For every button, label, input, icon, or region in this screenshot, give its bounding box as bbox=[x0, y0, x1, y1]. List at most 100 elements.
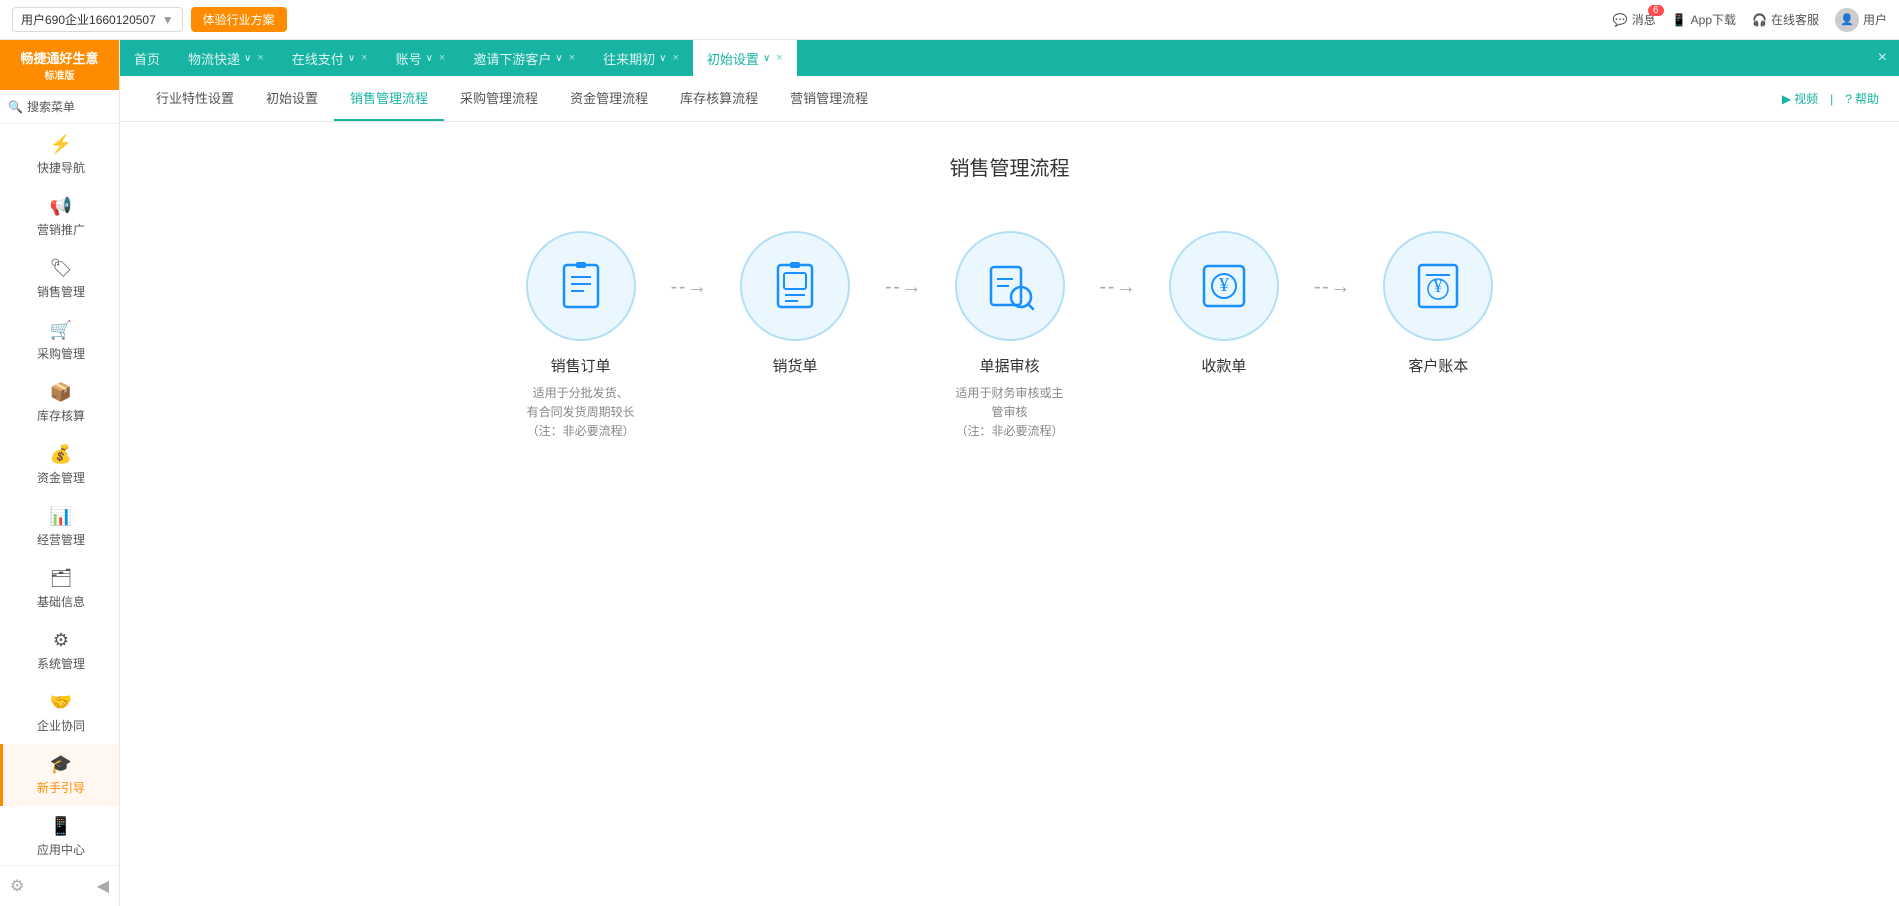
sub-tab-finance-flow[interactable]: 资金管理流程 bbox=[554, 76, 664, 121]
sidebar-item-sales-mgmt[interactable]: 🏷销售管理 bbox=[0, 248, 119, 310]
sidebar-icon-app-center: 📱 bbox=[50, 816, 72, 837]
user-dropdown-arrow: ▼ bbox=[162, 13, 174, 27]
user-label: 用户690企业1660120507 bbox=[21, 11, 156, 28]
flow-step-receipt[interactable]: ¥ 收款单 bbox=[1134, 231, 1314, 384]
collapse-icon[interactable]: ◀ bbox=[97, 876, 109, 896]
nav-tab-close-logistics[interactable]: × bbox=[257, 52, 263, 64]
video-link[interactable]: ▶ 视频 bbox=[1782, 90, 1818, 107]
sub-tab-label-initial-settings: 初始设置 bbox=[266, 91, 318, 106]
sidebar-footer: ⚙ ◀ bbox=[0, 865, 119, 906]
page-content: 行业特性设置初始设置销售管理流程采购管理流程资金管理流程库存核算流程营销管理流程… bbox=[120, 76, 1899, 906]
flow-title: 销售管理流程 bbox=[160, 152, 1859, 181]
user-profile-item[interactable]: 👤 用户 bbox=[1835, 8, 1887, 32]
sidebar-item-finance-mgmt[interactable]: 💰 资金管理 bbox=[0, 434, 119, 496]
step-name-sales-invoice: 销货单 bbox=[773, 355, 818, 376]
step-desc-doc-audit: 适用于财务审核或主管审核（注：非必要流程） bbox=[955, 384, 1063, 442]
user-select[interactable]: 用户690企业1660120507 ▼ bbox=[12, 7, 183, 32]
sidebar-icon-biz-mgmt: 📊 bbox=[50, 506, 72, 527]
sub-tab-label-marketing-flow: 营销管理流程 bbox=[790, 91, 868, 106]
sidebar-item-new-guide[interactable]: 🎓新手引导 bbox=[0, 744, 119, 806]
sidebar-item-inventory[interactable]: 📦库存核算 bbox=[0, 372, 119, 434]
help-link[interactable]: ? 帮助 bbox=[1845, 90, 1879, 107]
message-item[interactable]: 💬 消息 6 bbox=[1613, 11, 1656, 28]
sidebar-label-finance-mgmt: 资金管理 bbox=[37, 469, 85, 486]
app-label: App下载 bbox=[1691, 11, 1736, 28]
sidebar-label-biz-mgmt: 经营管理 bbox=[37, 531, 85, 548]
flow-steps: 销售订单 适用于分批发货、有合同发货周期较长（注：非必要流程） - - → 销货… bbox=[160, 231, 1859, 442]
flow-arrow-1: - - → bbox=[671, 276, 705, 299]
nav-tab-init-settings[interactable]: 初始设置 ∨× bbox=[693, 40, 797, 76]
nav-tab-arrow-payment: ∨ bbox=[348, 53, 355, 64]
step-name-receipt: 收款单 bbox=[1201, 355, 1246, 376]
top-bar-left: 用户690企业1660120507 ▼ 体验行业方案 bbox=[12, 7, 287, 32]
sidebar-item-biz-mgmt[interactable]: 📊 经营管理 bbox=[0, 496, 119, 558]
sidebar: 畅捷通好生意 标准版 🔍 搜索菜单 ⚡快捷导航📢营销推广🏷销售管理🛒采购管理📦库… bbox=[0, 40, 120, 906]
sidebar-label-corp-collab: 企业协同 bbox=[37, 717, 85, 734]
sub-tab-label-finance-flow: 资金管理流程 bbox=[570, 91, 648, 106]
divider: | bbox=[1830, 92, 1833, 106]
search-menu[interactable]: 🔍 搜索菜单 bbox=[0, 90, 119, 124]
online-service-item[interactable]: 🎧 在线客服 bbox=[1752, 11, 1819, 28]
nav-tab-invite-downstream[interactable]: 邀请下游客户 ∨× bbox=[459, 40, 589, 76]
nav-tab-logistics[interactable]: 物流快递 ∨ × bbox=[174, 40, 278, 76]
nav-tabs: 首页物流快递 ∨×在线支付 ∨×账号 ∨×邀请下游客户 ∨×往来期初 ∨×初始设… bbox=[120, 40, 1899, 76]
flow-step-customer-ledger[interactable]: ¥ 客户账本 bbox=[1348, 231, 1528, 384]
search-icon: 🔍 bbox=[8, 100, 23, 114]
message-icon: 💬 bbox=[1613, 13, 1628, 27]
sub-tab-purchase-flow[interactable]: 采购管理流程 bbox=[444, 76, 554, 121]
sidebar-icon-sales-mgmt: 🏷 bbox=[50, 258, 73, 279]
nav-tab-label-logistics: 物流快递 bbox=[188, 49, 240, 68]
sub-tab-marketing-flow[interactable]: 营销管理流程 bbox=[774, 76, 884, 121]
sub-tab-industry-settings[interactable]: 行业特性设置 bbox=[140, 76, 250, 121]
step-name-doc-audit: 单据审核 bbox=[979, 355, 1039, 376]
nav-tab-payment[interactable]: 在线支付 ∨× bbox=[278, 40, 382, 76]
nav-tab-period-begin[interactable]: 往来期初 ∨× bbox=[589, 40, 693, 76]
sidebar-item-basic-info[interactable]: 🗂基础信息 bbox=[0, 558, 119, 620]
step-name-customer-ledger: 客户账本 bbox=[1408, 355, 1468, 376]
close-all-tabs[interactable]: × bbox=[1866, 49, 1899, 67]
sub-tab-inventory-flow[interactable]: 库存核算流程 bbox=[664, 76, 774, 121]
sidebar-item-app-center[interactable]: 📱 应用中心 bbox=[0, 806, 119, 865]
flow-step-sales-invoice[interactable]: 销货单 bbox=[705, 231, 885, 384]
sidebar-label-app-center: 应用中心 bbox=[37, 841, 85, 858]
step-circle-customer-ledger: ¥ bbox=[1383, 231, 1493, 341]
sub-tab-initial-settings[interactable]: 初始设置 bbox=[250, 76, 334, 121]
top-bar-right: 💬 消息 6 📱 App下载 🎧 在线客服 👤 用户 bbox=[1613, 8, 1887, 32]
settings-icon[interactable]: ⚙ bbox=[10, 876, 24, 896]
help-label: 帮助 bbox=[1855, 90, 1879, 107]
sidebar-item-purchase-mgmt[interactable]: 🛒采购管理 bbox=[0, 310, 119, 372]
sidebar-item-quick-nav[interactable]: ⚡快捷导航 bbox=[0, 124, 119, 186]
nav-tab-account[interactable]: 账号 ∨× bbox=[382, 40, 460, 76]
nav-tab-close-period-begin[interactable]: × bbox=[672, 52, 678, 64]
step-circle-sales-order bbox=[526, 231, 636, 341]
step-name-sales-order: 销售订单 bbox=[551, 355, 611, 376]
avatar: 👤 bbox=[1835, 8, 1859, 32]
sidebar-label-purchase-mgmt: 采购管理 bbox=[37, 345, 85, 362]
service-label: 在线客服 bbox=[1771, 11, 1819, 28]
sidebar-icon-corp-collab: 🤝 bbox=[50, 692, 72, 713]
nav-tab-label-invite-downstream: 邀请下游客户 bbox=[473, 49, 551, 68]
sub-tab-sales-flow[interactable]: 销售管理流程 bbox=[334, 76, 444, 121]
nav-tab-arrow-logistics: ∨ bbox=[244, 53, 251, 64]
sub-tab-label-sales-flow: 销售管理流程 bbox=[350, 91, 428, 106]
flow-step-doc-audit[interactable]: 单据审核 适用于财务审核或主管审核（注：非必要流程） bbox=[920, 231, 1100, 442]
sidebar-label-inventory: 库存核算 bbox=[37, 407, 85, 424]
nav-tab-close-init-settings[interactable]: × bbox=[776, 52, 782, 64]
nav-tab-arrow-account: ∨ bbox=[426, 53, 433, 64]
sidebar-item-corp-collab[interactable]: 🤝 企业协同 bbox=[0, 682, 119, 744]
flow-arrow-4: - - → bbox=[1314, 276, 1348, 299]
sidebar-item-sys-mgmt[interactable]: ⚙系统管理 bbox=[0, 620, 119, 682]
layout: 畅捷通好生意 标准版 🔍 搜索菜单 ⚡快捷导航📢营销推广🏷销售管理🛒采购管理📦库… bbox=[0, 40, 1899, 906]
nav-tab-close-account[interactable]: × bbox=[439, 52, 445, 64]
nav-tab-close-payment[interactable]: × bbox=[361, 52, 367, 64]
sidebar-item-marketing-promo[interactable]: 📢营销推广 bbox=[0, 186, 119, 248]
nav-tab-close-invite-downstream[interactable]: × bbox=[569, 52, 575, 64]
flow-step-sales-order[interactable]: 销售订单 适用于分批发货、有合同发货周期较长（注：非必要流程） bbox=[491, 231, 671, 442]
nav-tab-home[interactable]: 首页 bbox=[120, 40, 174, 76]
svg-text:¥: ¥ bbox=[1219, 274, 1229, 296]
try-industry-button[interactable]: 体验行业方案 bbox=[191, 7, 287, 32]
app-download-item[interactable]: 📱 App下载 bbox=[1672, 11, 1736, 28]
sidebar-icon-finance-mgmt: 💰 bbox=[50, 444, 72, 465]
sub-tabs: 行业特性设置 初始设置 销售管理流程 采购管理流程 资金管理流程 库存核算流程 营销管理流程… bbox=[120, 76, 1899, 122]
app-icon: 📱 bbox=[1672, 13, 1687, 27]
